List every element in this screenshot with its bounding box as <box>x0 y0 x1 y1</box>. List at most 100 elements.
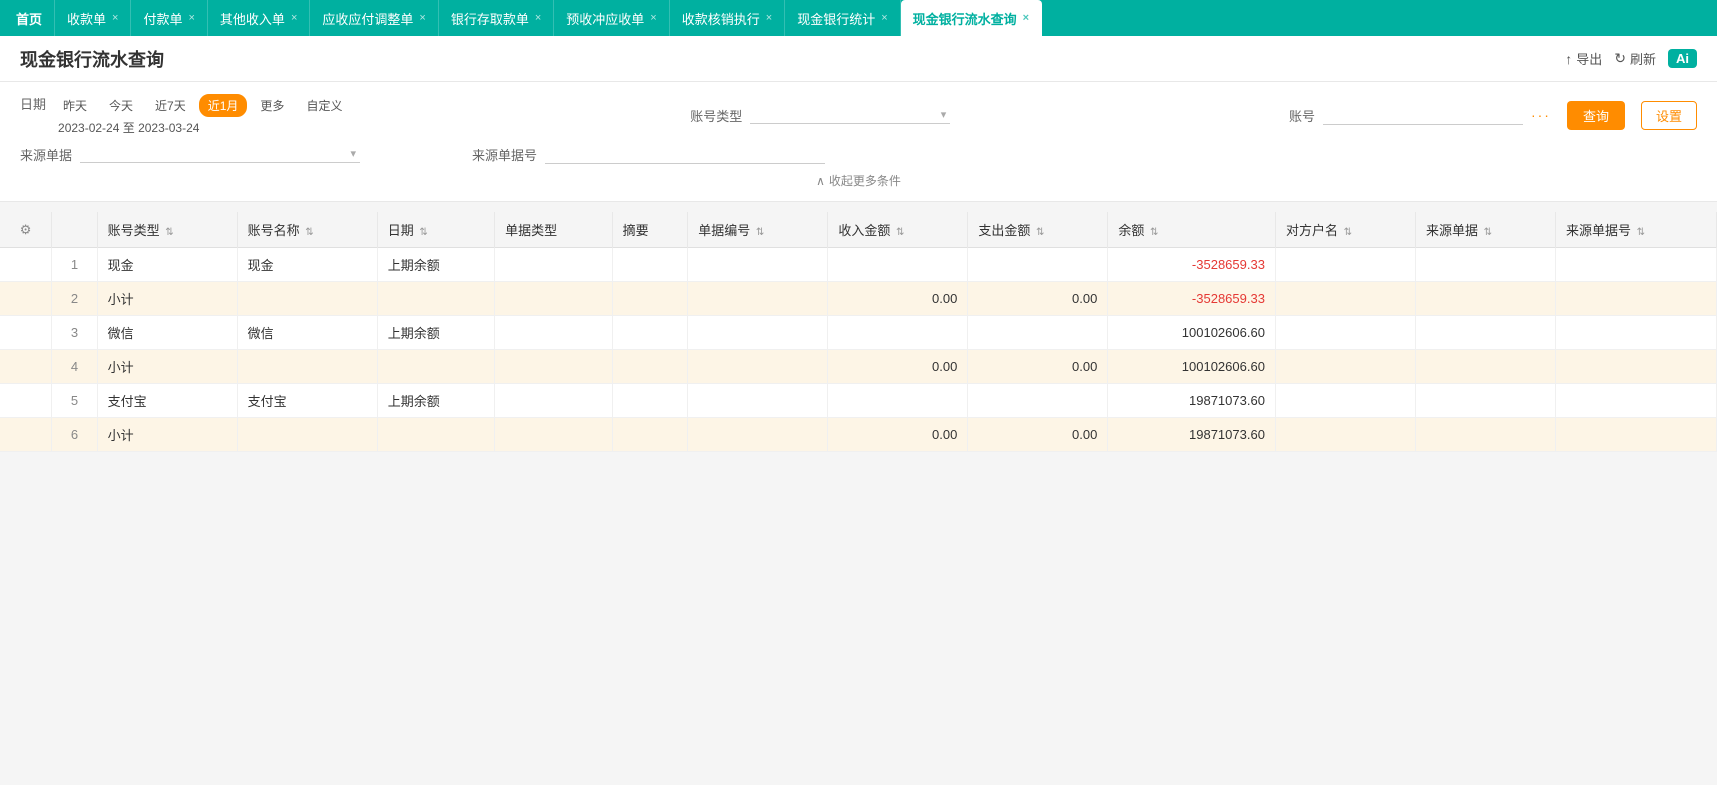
account-type-filter-group: 账号类型 ▾ <box>690 106 950 125</box>
sort-icon-account-type: ⇅ <box>165 227 173 238</box>
account-type-select[interactable]: ▾ <box>750 106 950 124</box>
table-cell <box>612 248 688 282</box>
table-cell: 微信 <box>237 316 377 350</box>
table-cell <box>828 248 968 282</box>
nav-item-bank-deposit[interactable]: 银行存取款单 × <box>439 0 554 36</box>
nav-item-ap-ar-adjust[interactable]: 应收应付调整单 × <box>310 0 438 36</box>
nav-item-other-income[interactable]: 其他收入单 × <box>208 0 310 36</box>
source-doc-select[interactable]: ▾ <box>80 145 360 163</box>
table-cell <box>1415 418 1555 452</box>
table-cell <box>688 418 828 452</box>
table-cell <box>495 248 612 282</box>
nav-close-bank-deposit[interactable]: × <box>535 12 541 24</box>
date-btn-7days[interactable]: 近7天 <box>146 94 195 117</box>
table-cell <box>1415 248 1555 282</box>
nav-item-cash-bank-flow[interactable]: 现金银行流水查询 × <box>901 0 1042 36</box>
nav-item-pre-offset[interactable]: 预收冲应收单 × <box>554 0 669 36</box>
table-cell: 上期余额 <box>377 248 494 282</box>
table-cell <box>1275 384 1415 418</box>
table-cell <box>688 316 828 350</box>
export-icon: ↑ <box>1565 51 1572 67</box>
date-btn-1month[interactable]: 近1月 <box>199 94 248 117</box>
table-cell: 上期余额 <box>377 316 494 350</box>
nav-close-other-income[interactable]: × <box>291 12 297 24</box>
table-cell <box>495 418 612 452</box>
table-cell <box>828 384 968 418</box>
table-cell: 19871073.60 <box>1108 384 1276 418</box>
page-title: 现金银行流水查询 <box>20 46 164 72</box>
table-cell: 微信 <box>97 316 237 350</box>
th-gear[interactable]: ⚙ <box>0 212 52 248</box>
nav-close-receipt[interactable]: × <box>112 12 118 24</box>
date-btn-custom[interactable]: 自定义 <box>297 94 351 117</box>
table-cell: 0.00 <box>828 418 968 452</box>
table-row: 6小计0.000.0019871073.60 <box>0 418 1717 452</box>
nav-item-verify-exec[interactable]: 收款核销执行 × <box>670 0 785 36</box>
table-cell <box>237 418 377 452</box>
table-cell <box>1415 282 1555 316</box>
nav-close-verify-exec[interactable]: × <box>766 12 772 24</box>
table-cell <box>495 282 612 316</box>
query-button[interactable]: 查询 <box>1567 101 1625 130</box>
nav-close-cash-bank-flow[interactable]: × <box>1023 12 1029 24</box>
page-header: 现金银行流水查询 ↑ 导出 ↻ 刷新 Ai <box>0 36 1717 82</box>
table-cell <box>1275 248 1415 282</box>
table-cell <box>1555 248 1716 282</box>
nav-close-payment[interactable]: × <box>188 12 194 24</box>
table-cell <box>968 316 1108 350</box>
table-cell: 0.00 <box>968 282 1108 316</box>
nav-item-payment[interactable]: 付款单 × <box>131 0 207 36</box>
table-cell: 现金 <box>97 248 237 282</box>
th-source-doc[interactable]: 来源单据 ⇅ <box>1415 212 1555 248</box>
th-balance[interactable]: 余额 ⇅ <box>1108 212 1276 248</box>
nav-close-cash-bank-stat[interactable]: × <box>881 12 887 24</box>
data-table-container: ⚙ 账号类型 ⇅ 账号名称 ⇅ 日期 ⇅ 单据类型 摘要 单据编号 ⇅ 收入金额… <box>0 212 1717 452</box>
account-input[interactable] <box>1323 105 1523 125</box>
table-cell: 现金 <box>237 248 377 282</box>
export-button[interactable]: ↑ 导出 <box>1565 49 1602 68</box>
table-cell <box>688 282 828 316</box>
gear-icon[interactable]: ⚙ <box>20 222 32 237</box>
table-cell: 支付宝 <box>237 384 377 418</box>
ai-button[interactable]: Ai <box>1668 49 1697 68</box>
table-cell: 1 <box>52 248 97 282</box>
table-cell: -3528659.33 <box>1108 282 1276 316</box>
table-cell <box>1275 418 1415 452</box>
sort-icon-source-doc: ⇅ <box>1484 227 1492 238</box>
date-btn-yesterday[interactable]: 昨天 <box>54 94 96 117</box>
nav-item-home[interactable]: 首页 <box>4 0 55 36</box>
source-doc-no-label: 来源单据号 <box>472 145 537 164</box>
nav-close-pre-offset[interactable]: × <box>650 12 656 24</box>
table-cell <box>612 282 688 316</box>
th-expense[interactable]: 支出金额 ⇅ <box>968 212 1108 248</box>
collapse-label: 收起更多条件 <box>829 172 901 189</box>
setting-button[interactable]: 设置 <box>1641 101 1697 130</box>
table-cell: 19871073.60 <box>1108 418 1276 452</box>
sort-icon-income: ⇅ <box>896 227 904 238</box>
nav-item-receipt[interactable]: 收款单 × <box>55 0 131 36</box>
th-doc-no[interactable]: 单据编号 ⇅ <box>688 212 828 248</box>
th-counterpart[interactable]: 对方户名 ⇅ <box>1275 212 1415 248</box>
th-source-doc-no[interactable]: 来源单据号 ⇅ <box>1555 212 1716 248</box>
th-account-name[interactable]: 账号名称 ⇅ <box>237 212 377 248</box>
th-date[interactable]: 日期 ⇅ <box>377 212 494 248</box>
refresh-button[interactable]: ↻ 刷新 <box>1614 49 1656 68</box>
th-income[interactable]: 收入金额 ⇅ <box>828 212 968 248</box>
source-doc-filter-group: 来源单据 ▾ <box>20 145 360 164</box>
table-cell <box>688 384 828 418</box>
table-cell <box>1555 316 1716 350</box>
nav-close-ap-ar-adjust[interactable]: × <box>419 12 425 24</box>
date-btn-today[interactable]: 今天 <box>100 94 142 117</box>
date-btn-more[interactable]: 更多 <box>251 94 293 117</box>
account-ellipsis-button[interactable]: ··· <box>1531 107 1551 123</box>
table-cell: 4 <box>52 350 97 384</box>
filter-area: 日期 昨天 今天 近7天 近1月 更多 自定义 2023-02-24 至 202… <box>0 82 1717 202</box>
table-cell: -3528659.33 <box>1108 248 1276 282</box>
collapse-bar[interactable]: ∧ 收起更多条件 <box>20 172 1697 189</box>
nav-item-cash-bank-stat[interactable]: 现金银行统计 × <box>785 0 900 36</box>
refresh-icon: ↻ <box>1614 50 1626 67</box>
th-account-type[interactable]: 账号类型 ⇅ <box>97 212 237 248</box>
table-body: 1现金现金上期余额-3528659.332小计0.000.00-3528659.… <box>0 248 1717 452</box>
source-doc-no-input[interactable] <box>545 144 825 164</box>
table-cell <box>1555 418 1716 452</box>
